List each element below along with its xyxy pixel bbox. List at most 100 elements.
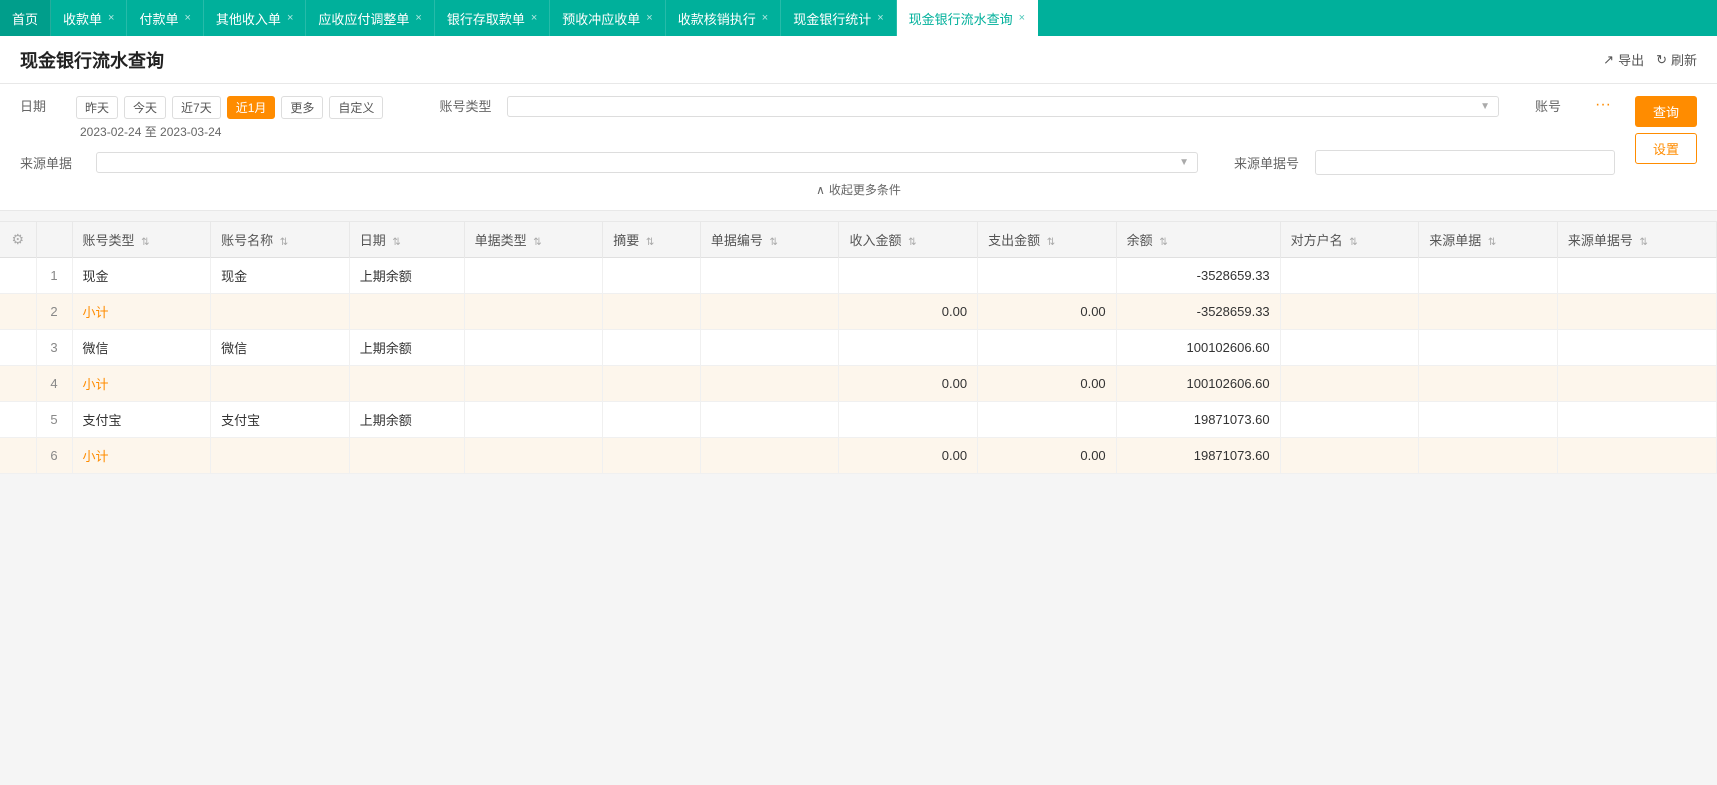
col-account-type[interactable]: 账号类型 ⇅ [72, 222, 211, 258]
settings-button[interactable]: 设置 [1635, 133, 1697, 164]
nav-tab-7-close[interactable]: × [877, 12, 883, 24]
chevron-up-icon: ∧ [816, 183, 825, 197]
cell-source-doc [1419, 258, 1558, 294]
cell-expense: 0.00 [978, 294, 1117, 330]
cell-account-name: 现金 [211, 258, 350, 294]
page-title: 现金银行流水查询 [20, 47, 164, 73]
cell-expense: 0.00 [978, 366, 1117, 402]
refresh-icon: ↻ [1656, 52, 1667, 68]
cell-date [349, 366, 464, 402]
cell-source-doc [1419, 330, 1558, 366]
source-doc-num-input[interactable] [1315, 150, 1615, 175]
nav-tab-6[interactable]: 收款核销执行 × [666, 0, 781, 36]
cell-doc-type [464, 402, 603, 438]
nav-tab-4-close[interactable]: × [531, 12, 537, 24]
col-income[interactable]: 收入金额 ⇅ [839, 222, 978, 258]
table-row[interactable]: 5支付宝支付宝上期余额19871073.60 [0, 402, 1717, 438]
cell-source-doc [1419, 402, 1558, 438]
col-account-name-label: 账号名称 [221, 233, 273, 248]
cell-counterparty [1280, 366, 1419, 402]
nav-tab-3-label: 应收应付调整单 [318, 9, 409, 28]
cell-balance: -3528659.33 [1116, 294, 1280, 330]
nav-tab-2-close[interactable]: × [287, 12, 293, 24]
cell-summary [603, 294, 701, 330]
nav-tab-3[interactable]: 应收应付调整单 × [306, 0, 434, 36]
sort-icon-9: ⇅ [1159, 237, 1167, 248]
col-summary[interactable]: 摘要 ⇅ [603, 222, 701, 258]
collapse-button[interactable]: ∧ 收起更多条件 [816, 181, 901, 198]
date-btn-yesterday[interactable]: 昨天 [76, 96, 118, 119]
cell-income: 0.00 [839, 294, 978, 330]
table-row[interactable]: 2小计0.000.00-3528659.33 [0, 294, 1717, 330]
chevron-down-icon: ▼ [1480, 101, 1490, 112]
nav-tab-7[interactable]: 现金银行统计 × [781, 0, 896, 36]
cell-settings [0, 294, 36, 330]
cell-doc-number [700, 366, 839, 402]
nav-tab-5-close[interactable]: × [646, 12, 652, 24]
col-counterparty[interactable]: 对方户名 ⇅ [1280, 222, 1419, 258]
refresh-button[interactable]: ↻ 刷新 [1656, 50, 1697, 69]
date-range-display: 2023-02-24 至 2023-03-24 [80, 123, 383, 140]
account-type-select[interactable]: ▼ [507, 96, 1499, 117]
col-expense[interactable]: 支出金额 ⇅ [978, 222, 1117, 258]
nav-tab-2-label: 其他收入单 [216, 9, 281, 28]
col-num [36, 222, 72, 258]
col-doc-number-label: 单据编号 [711, 233, 763, 248]
col-doc-number[interactable]: 单据编号 ⇅ [700, 222, 839, 258]
date-btn-custom[interactable]: 自定义 [329, 96, 383, 119]
table-row[interactable]: 4小计0.000.00100102606.60 [0, 366, 1717, 402]
nav-tab-8-close[interactable]: × [1019, 12, 1025, 24]
cell-expense: 0.00 [978, 438, 1117, 474]
cell-doc-type [464, 294, 603, 330]
col-source-doc[interactable]: 来源单据 ⇅ [1419, 222, 1558, 258]
nav-tab-1[interactable]: 付款单 × [127, 0, 203, 36]
sort-icon-8: ⇅ [1047, 237, 1055, 248]
nav-tab-4[interactable]: 银行存取款单 × [435, 0, 550, 36]
date-btn-today[interactable]: 今天 [124, 96, 166, 119]
cell-doc-type [464, 330, 603, 366]
col-account-name[interactable]: 账号名称 ⇅ [211, 222, 350, 258]
query-button[interactable]: 查询 [1635, 96, 1697, 127]
sort-icon-3: ⇅ [392, 237, 400, 248]
cell-date: 上期余额 [349, 402, 464, 438]
source-doc-select[interactable]: ▼ [96, 152, 1198, 173]
export-button[interactable]: ↗ 导出 [1603, 50, 1644, 69]
nav-tab-5[interactable]: 预收冲应收单 × [550, 0, 665, 36]
gear-icon[interactable]: ⚙ [11, 231, 24, 247]
nav-tab-3-close[interactable]: × [415, 12, 421, 24]
cell-account-name [211, 438, 350, 474]
account-dots-button[interactable]: ··· [1591, 96, 1615, 114]
nav-tab-2[interactable]: 其他收入单 × [204, 0, 306, 36]
sort-icon-7: ⇅ [908, 237, 916, 248]
date-options: 昨天 今天 近7天 近1月 更多 自定义 [76, 96, 383, 119]
nav-home[interactable]: 首页 [0, 0, 51, 36]
cell-doc-type [464, 258, 603, 294]
cell-account-type: 小计 [72, 366, 211, 402]
sort-icon-4: ⇅ [533, 237, 541, 248]
table-header-row: ⚙ 账号类型 ⇅ 账号名称 ⇅ 日期 ⇅ 单据类型 ⇅ [0, 222, 1717, 258]
cell-balance: 19871073.60 [1116, 402, 1280, 438]
col-balance[interactable]: 余额 ⇅ [1116, 222, 1280, 258]
table-row[interactable]: 6小计0.000.0019871073.60 [0, 438, 1717, 474]
nav-tab-0[interactable]: 收款单 × [51, 0, 127, 36]
date-btn-7days[interactable]: 近7天 [172, 96, 221, 119]
nav-tab-0-close[interactable]: × [108, 12, 114, 24]
cell-summary [603, 402, 701, 438]
date-btn-1month[interactable]: 近1月 [227, 96, 276, 119]
col-source-doc-num[interactable]: 来源单据号 ⇅ [1557, 222, 1716, 258]
cell-source-doc-num [1557, 294, 1716, 330]
table-row[interactable]: 3微信微信上期余额100102606.60 [0, 330, 1717, 366]
col-doc-type[interactable]: 单据类型 ⇅ [464, 222, 603, 258]
nav-tab-8[interactable]: 现金银行流水查询 × [897, 0, 1038, 36]
nav-tab-1-label: 付款单 [139, 9, 178, 28]
nav-tab-6-close[interactable]: × [762, 12, 768, 24]
nav-tab-1-close[interactable]: × [184, 12, 190, 24]
table-row[interactable]: 1现金现金上期余额-3528659.33 [0, 258, 1717, 294]
date-btn-more[interactable]: 更多 [281, 96, 323, 119]
cell-settings [0, 438, 36, 474]
sort-icon-12: ⇅ [1639, 237, 1647, 248]
col-date[interactable]: 日期 ⇅ [349, 222, 464, 258]
sort-icon-2: ⇅ [280, 237, 288, 248]
account-type-filter-label: 账号类型 [439, 96, 491, 115]
col-settings[interactable]: ⚙ [0, 222, 36, 258]
